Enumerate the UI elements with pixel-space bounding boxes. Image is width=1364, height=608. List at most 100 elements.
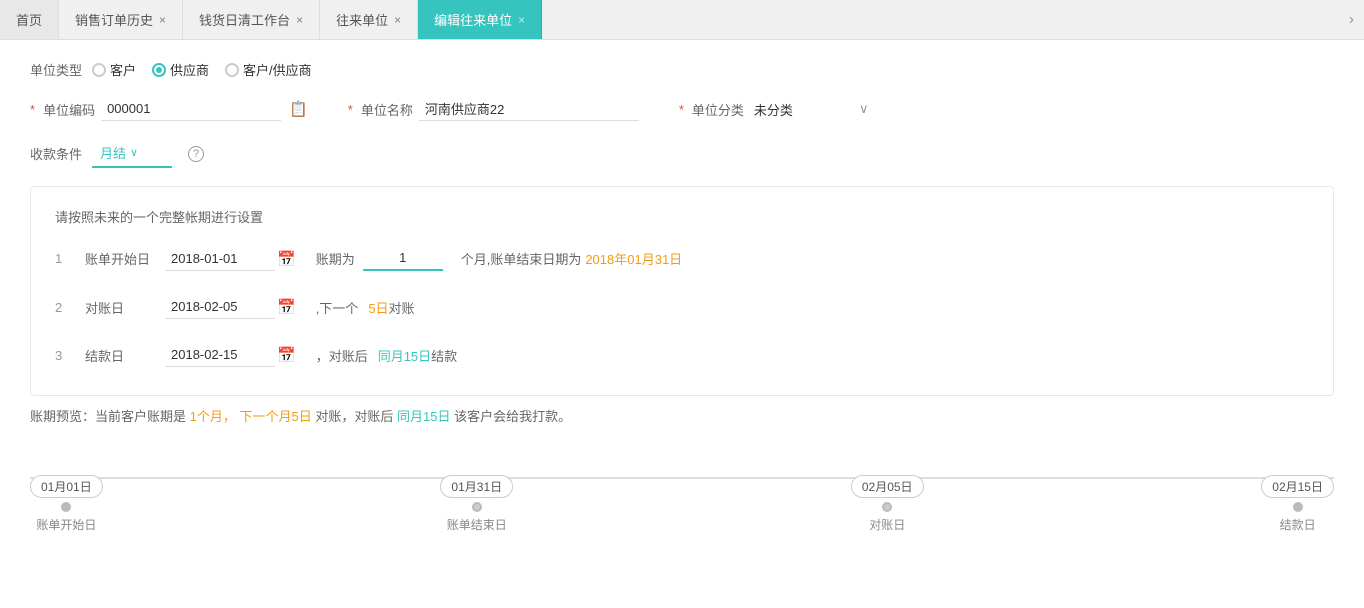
tab-sales-history[interactable]: 销售订单历史 × xyxy=(59,0,183,39)
unit-name-label: 单位名称 xyxy=(361,100,413,119)
preview-part1: 1个月， xyxy=(190,409,236,424)
timeline-dot-2 xyxy=(882,502,892,512)
tab-sales-history-label: 销售订单历史 xyxy=(75,10,153,29)
unit-code-icon[interactable]: 📋 xyxy=(289,100,308,118)
row-1-desc-prefix: 账期为 xyxy=(316,249,355,268)
payment-condition-row: 收款条件 月结 ∨ ? xyxy=(30,139,1334,168)
payment-condition-arrow: ∨ xyxy=(130,146,138,159)
timeline-point-0: 01月01日 账单开始日 xyxy=(30,475,103,533)
unit-info-row: * 单位编码 📋 * 单位名称 * 单位分类 未分类 ∨ xyxy=(30,97,1334,121)
close-edit-partner-icon[interactable]: × xyxy=(518,13,525,27)
main-content: 单位类型 客户 供应商 客户/供应商 * 单位编码 📋 * 单位名称 xyxy=(0,40,1364,608)
preview-part2: 下一个月5日 xyxy=(240,409,312,424)
unit-type-row: 单位类型 客户 供应商 客户/供应商 xyxy=(30,60,1334,79)
unit-category-label: 单位分类 xyxy=(692,100,744,119)
row-3-highlight: 同月15日 xyxy=(378,346,431,365)
row-1-calendar-icon[interactable]: 📅 xyxy=(277,250,296,268)
timeline-point-2: 02月05日 对账日 xyxy=(851,475,924,533)
unit-category-value: 未分类 xyxy=(754,100,793,119)
timeline-point-1: 01月31日 账单结束日 xyxy=(440,475,513,533)
card-instruction: 请按照未来的一个完整帐期进行设置 xyxy=(55,207,1309,226)
preview-part3: 同月15日 xyxy=(397,409,450,424)
row-2-desc-suffix: 对账 xyxy=(389,298,415,317)
tab-partner-label: 往来单位 xyxy=(336,10,388,29)
timeline-date-1: 01月31日 xyxy=(440,475,513,498)
radio-customer-circle xyxy=(92,63,106,77)
setting-row-3: 3 结款日 📅 ，对账后 同月15日 结款 xyxy=(55,343,1309,367)
radio-customer-supplier[interactable]: 客户/供应商 xyxy=(225,60,312,79)
timeline-label-0: 账单开始日 xyxy=(36,516,96,533)
unit-type-radio-group: 客户 供应商 客户/供应商 xyxy=(92,60,312,79)
row-2-label: 对账日 xyxy=(85,298,165,317)
close-partner-icon[interactable]: × xyxy=(394,13,401,27)
close-cashier-icon[interactable]: × xyxy=(296,13,303,27)
preview-label: 账期预览：当前客户账期是 xyxy=(30,409,186,424)
settings-card: 请按照未来的一个完整帐期进行设置 1 账单开始日 📅 账期为 个月,账单结束日期… xyxy=(30,186,1334,396)
unit-name-star: * xyxy=(348,102,353,117)
preview-section: 账期预览：当前客户账期是 1个月， 下一个月5日 对账，对账后 同月15日 该客… xyxy=(30,396,1334,435)
row-1-end-date: 2018年01月31日 xyxy=(585,249,682,268)
timeline-dot-3 xyxy=(1293,502,1303,512)
radio-supplier-circle xyxy=(152,63,166,77)
radio-customer-label: 客户 xyxy=(110,60,136,79)
row-3-label: 结款日 xyxy=(85,346,165,365)
unit-type-label: 单位类型 xyxy=(30,60,82,79)
timeline-point-3: 02月15日 结款日 xyxy=(1261,475,1334,533)
unit-code-group: * 单位编码 📋 xyxy=(30,97,308,121)
row-2-calendar-icon[interactable]: 📅 xyxy=(277,298,296,316)
row-1-month-input[interactable] xyxy=(363,246,443,271)
tab-home-label: 首页 xyxy=(16,10,42,29)
payment-condition-dropdown[interactable]: 月结 ∨ xyxy=(92,139,172,168)
row-2-date-input[interactable] xyxy=(165,295,275,319)
close-sales-history-icon[interactable]: × xyxy=(159,13,166,27)
row-1-date-input[interactable] xyxy=(165,247,275,271)
radio-customer-supplier-circle xyxy=(225,63,239,77)
row-2-highlight: 5日 xyxy=(368,298,388,317)
timeline-date-3: 02月15日 xyxy=(1261,475,1334,498)
row-3-date-input[interactable] xyxy=(165,343,275,367)
timeline-points: 01月01日 账单开始日 01月31日 账单结束日 02月05日 对账日 02月… xyxy=(30,475,1334,533)
timeline-label-1: 账单结束日 xyxy=(447,516,507,533)
preview-end: 该客户会给我打款。 xyxy=(454,409,571,424)
unit-category-star: * xyxy=(679,102,684,117)
unit-code-input[interactable] xyxy=(101,97,281,121)
timeline-date-2: 02月05日 xyxy=(851,475,924,498)
tab-partner[interactable]: 往来单位 × xyxy=(320,0,418,39)
row-1-label: 账单开始日 xyxy=(85,249,165,268)
timeline-label-3: 结款日 xyxy=(1280,516,1316,533)
timeline-dot-1 xyxy=(472,502,482,512)
row-1-desc-suffix: 个月,账单结束日期为 xyxy=(461,249,582,268)
payment-condition-value: 月结 xyxy=(100,143,126,162)
payment-help-icon[interactable]: ? xyxy=(188,146,204,162)
tab-cashier[interactable]: 钱货日清工作台 × xyxy=(183,0,320,39)
unit-code-star: * xyxy=(30,102,35,117)
tab-cashier-label: 钱货日清工作台 xyxy=(199,10,290,29)
unit-category-dropdown-icon[interactable]: ∨ xyxy=(859,101,869,117)
unit-code-label: 单位编码 xyxy=(43,100,95,119)
tab-edit-partner-label: 编辑往来单位 xyxy=(434,10,512,29)
timeline-label-2: 对账日 xyxy=(869,516,905,533)
unit-name-input[interactable] xyxy=(419,97,639,121)
radio-customer[interactable]: 客户 xyxy=(92,60,136,79)
row-3-desc-prefix: ，对账后 xyxy=(316,346,368,365)
row-1-num: 1 xyxy=(55,251,85,266)
radio-supplier[interactable]: 供应商 xyxy=(152,60,209,79)
timeline: 01月01日 账单开始日 01月31日 账单结束日 02月05日 对账日 02月… xyxy=(30,455,1334,543)
radio-customer-supplier-label: 客户/供应商 xyxy=(243,60,312,79)
setting-row-1: 1 账单开始日 📅 账期为 个月,账单结束日期为 2018年01月31日 xyxy=(55,246,1309,271)
tab-edit-partner[interactable]: 编辑往来单位 × xyxy=(418,0,542,39)
row-2-num: 2 xyxy=(55,300,85,315)
unit-category-group: * 单位分类 未分类 ∨ xyxy=(679,100,869,119)
tab-bar: 首页 销售订单历史 × 钱货日清工作台 × 往来单位 × 编辑往来单位 × › xyxy=(0,0,1364,40)
tab-home[interactable]: 首页 xyxy=(0,0,59,39)
tab-scroll-right[interactable]: › xyxy=(1339,0,1364,39)
row-2-desc-prefix: ,下一个 xyxy=(316,298,359,317)
preview-mid: 对账，对账后 xyxy=(315,409,393,424)
radio-supplier-label: 供应商 xyxy=(170,60,209,79)
unit-name-group: * 单位名称 xyxy=(348,97,639,121)
timeline-date-0: 01月01日 xyxy=(30,475,103,498)
payment-condition-label: 收款条件 xyxy=(30,144,82,163)
setting-row-2: 2 对账日 📅 ,下一个 5日 对账 xyxy=(55,295,1309,319)
row-3-num: 3 xyxy=(55,348,85,363)
row-3-calendar-icon[interactable]: 📅 xyxy=(277,346,296,364)
